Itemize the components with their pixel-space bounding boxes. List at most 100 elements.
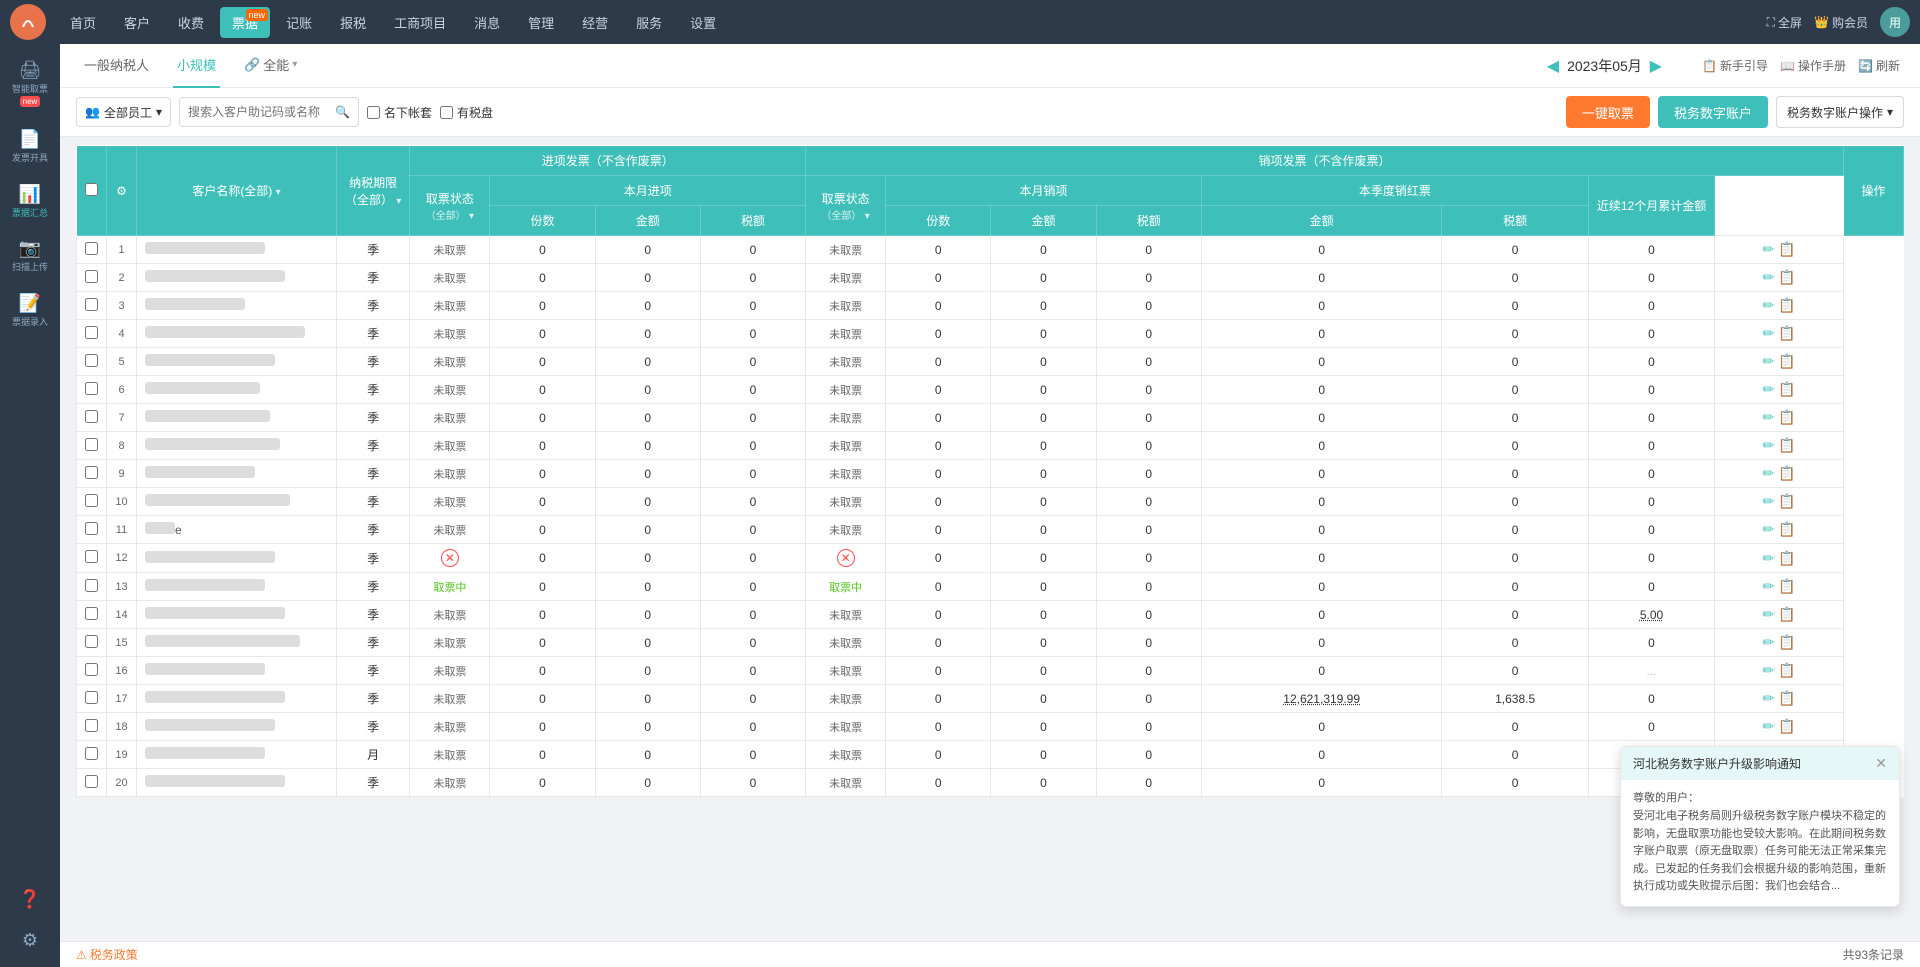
row-checkbox[interactable] (85, 494, 98, 507)
copy-action-icon[interactable]: 📋 (1778, 409, 1795, 426)
refresh-btn[interactable]: 🔄 刷新 (1858, 57, 1900, 74)
copy-action-icon[interactable]: 📋 (1778, 381, 1795, 398)
row-checkbox[interactable] (85, 522, 98, 535)
table-settings-icon[interactable]: ⚙ (116, 184, 127, 198)
sidebar-item-scan-upload[interactable]: 📷 扫描上传 (2, 230, 58, 281)
row-checkbox[interactable] (85, 466, 98, 479)
edit-action-icon[interactable]: ✏ (1763, 241, 1775, 258)
nav-home[interactable]: 首页 (58, 7, 108, 38)
sidebar-item-ticket-summary[interactable]: 📊 票据汇总 (2, 176, 58, 227)
edit-action-icon[interactable]: ✏ (1763, 521, 1775, 538)
tab-small-scale[interactable]: 小规模 (173, 44, 220, 88)
copy-action-icon[interactable]: 📋 (1778, 718, 1795, 735)
row-checkbox[interactable] (85, 438, 98, 451)
nav-operation[interactable]: 经营 (570, 7, 620, 38)
edit-action-icon[interactable]: ✏ (1763, 381, 1775, 398)
member-btn[interactable]: 👑 购会员 (1814, 14, 1868, 31)
sub-ledger-checkbox-label[interactable]: 名下帐套 (367, 104, 432, 121)
copy-action-icon[interactable]: 📋 (1778, 606, 1795, 623)
edit-action-icon[interactable]: ✏ (1763, 437, 1775, 454)
th-in-status-filter-icon[interactable]: ▾ (469, 211, 474, 222)
row-checkbox[interactable] (85, 354, 98, 367)
row-checkbox[interactable] (85, 579, 98, 592)
new-guide-btn[interactable]: 📋 新手引导 (1702, 57, 1768, 74)
employee-select[interactable]: 👥 全部员工 ▾ (76, 97, 171, 127)
manual-btn[interactable]: 📖 操作手册 (1780, 57, 1846, 74)
edit-action-icon[interactable]: ✏ (1763, 662, 1775, 679)
row-checkbox[interactable] (85, 719, 98, 732)
copy-action-icon[interactable]: 📋 (1778, 353, 1795, 370)
nav-tax[interactable]: 报税 (328, 7, 378, 38)
row-checkbox[interactable] (85, 635, 98, 648)
copy-action-icon[interactable]: 📋 (1778, 437, 1795, 454)
sidebar-item-ticket-entry[interactable]: 📝 票据录入 (2, 285, 58, 336)
copy-action-icon[interactable]: 📋 (1778, 493, 1795, 510)
tax-policy-link[interactable]: ⚠ 税务政策 (76, 946, 138, 963)
edit-action-icon[interactable]: ✏ (1763, 409, 1775, 426)
nav-message[interactable]: 消息 (462, 7, 512, 38)
edit-action-icon[interactable]: ✏ (1763, 606, 1775, 623)
sidebar-item-help[interactable]: ❓ (2, 881, 58, 918)
edit-action-icon[interactable]: ✏ (1763, 325, 1775, 342)
copy-action-icon[interactable]: 📋 (1778, 550, 1795, 567)
sidebar-item-smart-ticket[interactable]: 🖨 智能取票 new (2, 52, 58, 117)
edit-action-icon[interactable]: ✏ (1763, 269, 1775, 286)
edit-action-icon[interactable]: ✏ (1763, 297, 1775, 314)
th-period-filter-icon[interactable]: ▾ (396, 196, 401, 207)
tax-digital-account-btn[interactable]: 税务数字账户 (1658, 96, 1768, 128)
th-out-status-filter-icon[interactable]: ▾ (865, 211, 870, 222)
edit-action-icon[interactable]: ✏ (1763, 493, 1775, 510)
row-checkbox[interactable] (85, 747, 98, 760)
row-checkbox[interactable] (85, 410, 98, 423)
copy-action-icon[interactable]: 📋 (1778, 578, 1795, 595)
edit-action-icon[interactable]: ✏ (1763, 634, 1775, 651)
row-checkbox[interactable] (85, 298, 98, 311)
nav-ticket[interactable]: 票据 new (220, 7, 270, 38)
copy-action-icon[interactable]: 📋 (1778, 521, 1795, 538)
row-checkbox[interactable] (85, 775, 98, 788)
copy-action-icon[interactable]: 📋 (1778, 269, 1795, 286)
edit-action-icon[interactable]: ✏ (1763, 353, 1775, 370)
nav-service[interactable]: 服务 (624, 7, 674, 38)
copy-action-icon[interactable]: 📋 (1778, 634, 1795, 651)
fullscreen-btn[interactable]: ⛶ 全屏 (1767, 14, 1802, 31)
has-tax-checkbox-label[interactable]: 有税盘 (440, 104, 493, 121)
row-checkbox[interactable] (85, 691, 98, 704)
nav-biz[interactable]: 工商项目 (382, 7, 458, 38)
nav-accounting[interactable]: 记账 (274, 7, 324, 38)
nav-client[interactable]: 客户 (112, 7, 162, 38)
one-key-ticket-btn[interactable]: 一键取票 (1566, 96, 1650, 128)
row-checkbox[interactable] (85, 607, 98, 620)
tax-digital-ops-btn[interactable]: 税务数字账户操作 ▾ (1776, 96, 1904, 128)
th-client-filter-icon[interactable]: ▾ (276, 187, 281, 198)
row-checkbox[interactable] (85, 382, 98, 395)
nav-manage[interactable]: 管理 (516, 7, 566, 38)
user-avatar[interactable]: 用 (1880, 7, 1910, 37)
sidebar-item-settings[interactable]: ⚙ (2, 922, 58, 959)
row-checkbox[interactable] (85, 270, 98, 283)
nav-settings[interactable]: 设置 (678, 7, 728, 38)
search-input[interactable] (188, 105, 331, 119)
copy-action-icon[interactable]: 📋 (1778, 690, 1795, 707)
copy-action-icon[interactable]: 📋 (1778, 241, 1795, 258)
row-checkbox[interactable] (85, 242, 98, 255)
sub-ledger-checkbox[interactable] (367, 106, 380, 119)
sidebar-item-invoice-open[interactable]: 📄 发票开具 (2, 121, 58, 172)
search-icon[interactable]: 🔍 (335, 105, 350, 119)
tab-general-taxpayer[interactable]: 一般纳税人 (80, 44, 153, 88)
copy-action-icon[interactable]: 📋 (1778, 465, 1795, 482)
edit-action-icon[interactable]: ✏ (1763, 578, 1775, 595)
tab-full-ability[interactable]: 🔗 全能 ▾ (240, 44, 301, 88)
period-next-btn[interactable]: ▶ (1650, 56, 1662, 76)
edit-action-icon[interactable]: ✏ (1763, 465, 1775, 482)
select-all-checkbox[interactable] (85, 183, 98, 196)
has-tax-checkbox[interactable] (440, 106, 453, 119)
copy-action-icon[interactable]: 📋 (1778, 662, 1795, 679)
row-checkbox[interactable] (85, 550, 98, 563)
copy-action-icon[interactable]: 📋 (1778, 325, 1795, 342)
row-checkbox[interactable] (85, 663, 98, 676)
edit-action-icon[interactable]: ✏ (1763, 718, 1775, 735)
period-prev-btn[interactable]: ◀ (1547, 56, 1559, 76)
row-checkbox[interactable] (85, 326, 98, 339)
copy-action-icon[interactable]: 📋 (1778, 297, 1795, 314)
